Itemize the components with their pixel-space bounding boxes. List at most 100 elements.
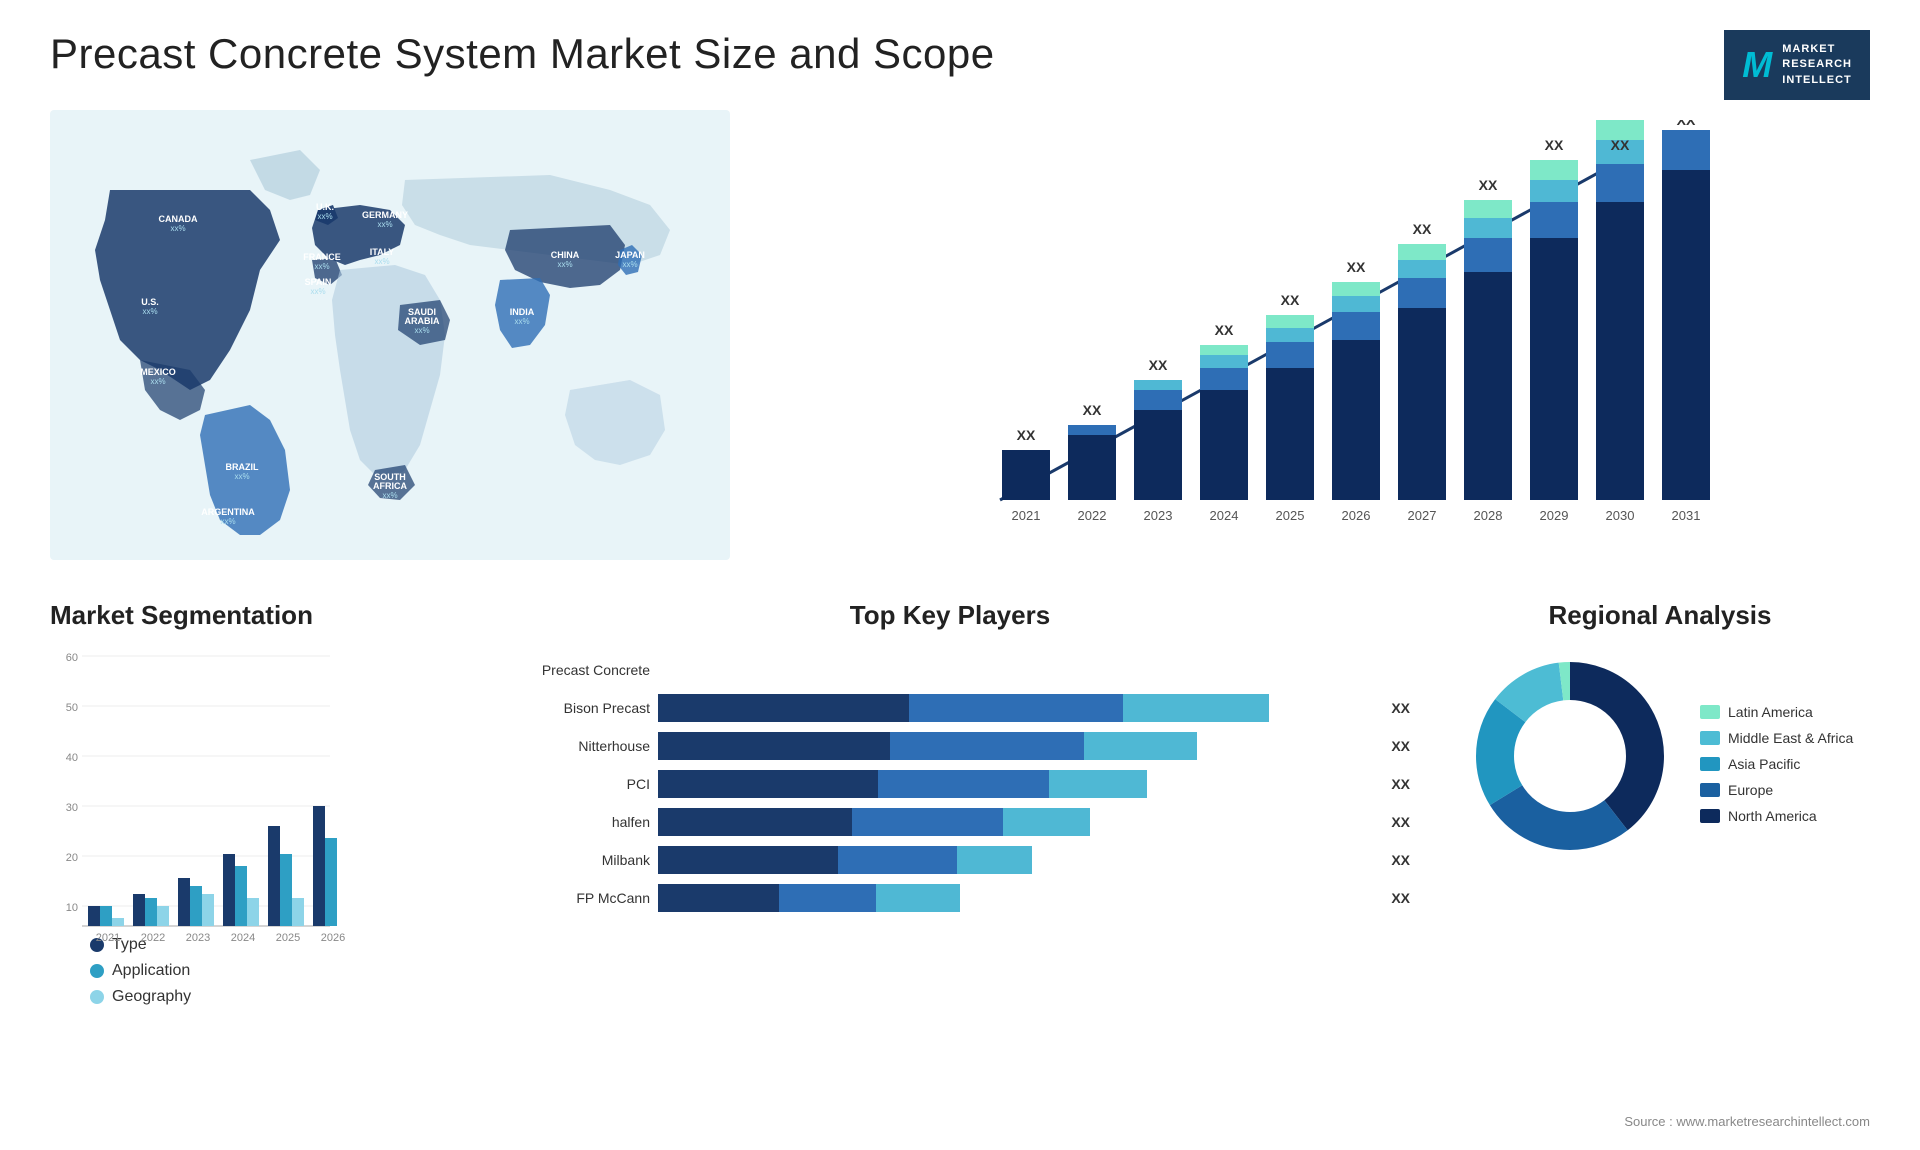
player-bar-container <box>658 846 1377 874</box>
player-bar <box>658 694 1269 722</box>
svg-text:xx%: xx% <box>234 472 249 481</box>
legend-geo-label: Geography <box>112 988 191 1006</box>
svg-text:CANADA: CANADA <box>159 214 198 224</box>
svg-text:2026: 2026 <box>1342 508 1371 523</box>
legend-europe-label: Europe <box>1728 782 1773 798</box>
player-value: XX <box>1391 852 1410 868</box>
header: Precast Concrete System Market Size and … <box>0 0 1920 110</box>
svg-text:2029: 2029 <box>1540 508 1569 523</box>
player-bar-container <box>658 770 1377 798</box>
svg-text:CHINA: CHINA <box>551 250 580 260</box>
legend-mea-color <box>1700 731 1720 745</box>
svg-text:XX: XX <box>1017 427 1036 443</box>
player-bar-container <box>658 884 1377 912</box>
list-item: Bison Precast XX <box>490 694 1410 722</box>
logo-m-icon: M <box>1742 44 1772 86</box>
regional-content: Latin America Middle East & Africa Asia … <box>1450 646 1870 871</box>
bar-light <box>876 884 961 912</box>
bar-mid <box>909 694 1123 722</box>
player-bar-container <box>658 694 1377 722</box>
svg-text:XX: XX <box>1215 322 1234 338</box>
svg-text:ARGENTINA: ARGENTINA <box>201 507 255 517</box>
bar-chart-container: XX XX XX XX <box>770 120 1850 550</box>
legend-item-latin: Latin America <box>1700 704 1853 720</box>
bar-light <box>1084 732 1197 760</box>
player-bar <box>658 846 1032 874</box>
svg-text:XX: XX <box>1545 137 1564 153</box>
svg-text:xx%: xx% <box>142 307 157 316</box>
legend-latin-color <box>1700 705 1720 719</box>
key-players-list: Precast Concrete Bison Precast XX <box>470 646 1430 932</box>
svg-text:2023: 2023 <box>186 932 210 944</box>
player-value: XX <box>1391 776 1410 792</box>
svg-text:2022: 2022 <box>141 932 165 944</box>
legend-item-apac: Asia Pacific <box>1700 756 1853 772</box>
player-bar-container <box>658 808 1377 836</box>
bar-mid <box>779 884 876 912</box>
player-name: Milbank <box>490 852 650 868</box>
map-section: CANADA xx% U.S. xx% MEXICO xx% BRAZIL xx… <box>50 110 730 590</box>
legend-item-geography: Geography <box>90 988 450 1006</box>
svg-text:SPAIN: SPAIN <box>305 277 332 287</box>
legend-latin-label: Latin America <box>1728 704 1813 720</box>
svg-text:xx%: xx% <box>382 491 397 500</box>
bar-dark <box>658 846 838 874</box>
svg-text:2021: 2021 <box>1012 508 1041 523</box>
svg-text:2021: 2021 <box>96 932 120 944</box>
svg-text:2025: 2025 <box>1276 508 1305 523</box>
svg-text:XX: XX <box>1677 120 1696 128</box>
svg-text:xx%: xx% <box>377 220 392 229</box>
legend-na-label: North America <box>1728 808 1817 824</box>
svg-text:2025: 2025 <box>276 932 300 944</box>
svg-text:30: 30 <box>66 802 78 814</box>
logo-text: MARKET RESEARCH INTELLECT <box>1782 42 1852 88</box>
svg-text:U.S.: U.S. <box>141 297 159 307</box>
svg-text:xx%: xx% <box>314 262 329 271</box>
svg-text:xx%: xx% <box>374 257 389 266</box>
svg-text:xx%: xx% <box>414 326 429 335</box>
bar-light <box>1003 808 1089 836</box>
bar-mid <box>890 732 1084 760</box>
svg-text:XX: XX <box>1149 357 1168 373</box>
logo-area: M MARKET RESEARCH INTELLECT <box>1724 30 1870 100</box>
svg-text:40: 40 <box>66 752 78 764</box>
svg-text:MEXICO: MEXICO <box>140 367 176 377</box>
player-name: PCI <box>490 776 650 792</box>
player-bar-container <box>658 732 1377 760</box>
legend-item-mea: Middle East & Africa <box>1700 730 1853 746</box>
svg-text:2024: 2024 <box>231 932 255 944</box>
bar-mid <box>852 808 1003 836</box>
svg-text:GERMANY: GERMANY <box>362 210 408 220</box>
bar-dark <box>658 808 852 836</box>
svg-text:XX: XX <box>1479 177 1498 193</box>
key-players-section: Top Key Players Precast Concrete Bison P… <box>470 600 1430 1150</box>
list-item: Milbank XX <box>490 846 1410 874</box>
legend-apac-color <box>1700 757 1720 771</box>
player-bar <box>658 808 1090 836</box>
key-players-title: Top Key Players <box>470 600 1430 631</box>
player-value: XX <box>1391 814 1410 830</box>
world-map-svg: CANADA xx% U.S. xx% MEXICO xx% BRAZIL xx… <box>50 110 730 560</box>
svg-text:BRAZIL: BRAZIL <box>226 462 259 472</box>
svg-text:xx%: xx% <box>622 260 637 269</box>
bar-mid <box>838 846 958 874</box>
legend-na-color <box>1700 809 1720 823</box>
segmentation-section: Market Segmentation 60 50 40 30 20 10 <box>50 600 450 1150</box>
logo-box: M MARKET RESEARCH INTELLECT <box>1724 30 1870 100</box>
svg-text:xx%: xx% <box>557 260 572 269</box>
svg-text:xx%: xx% <box>514 317 529 326</box>
svg-text:FRANCE: FRANCE <box>303 252 341 262</box>
player-value: XX <box>1391 700 1410 716</box>
main-content: CANADA xx% U.S. xx% MEXICO xx% BRAZIL xx… <box>0 110 1920 590</box>
svg-text:U.K.: U.K. <box>316 202 334 212</box>
player-name: Bison Precast <box>490 700 650 716</box>
svg-text:50: 50 <box>66 702 78 714</box>
segmentation-title: Market Segmentation <box>50 600 450 631</box>
svg-text:xx%: xx% <box>317 212 332 221</box>
bar-dark <box>658 732 890 760</box>
player-name: halfen <box>490 814 650 830</box>
svg-text:2028: 2028 <box>1474 508 1503 523</box>
bar-chart-section: XX XX XX XX <box>750 110 1870 590</box>
svg-text:2023: 2023 <box>1144 508 1173 523</box>
svg-text:JAPAN: JAPAN <box>615 250 645 260</box>
